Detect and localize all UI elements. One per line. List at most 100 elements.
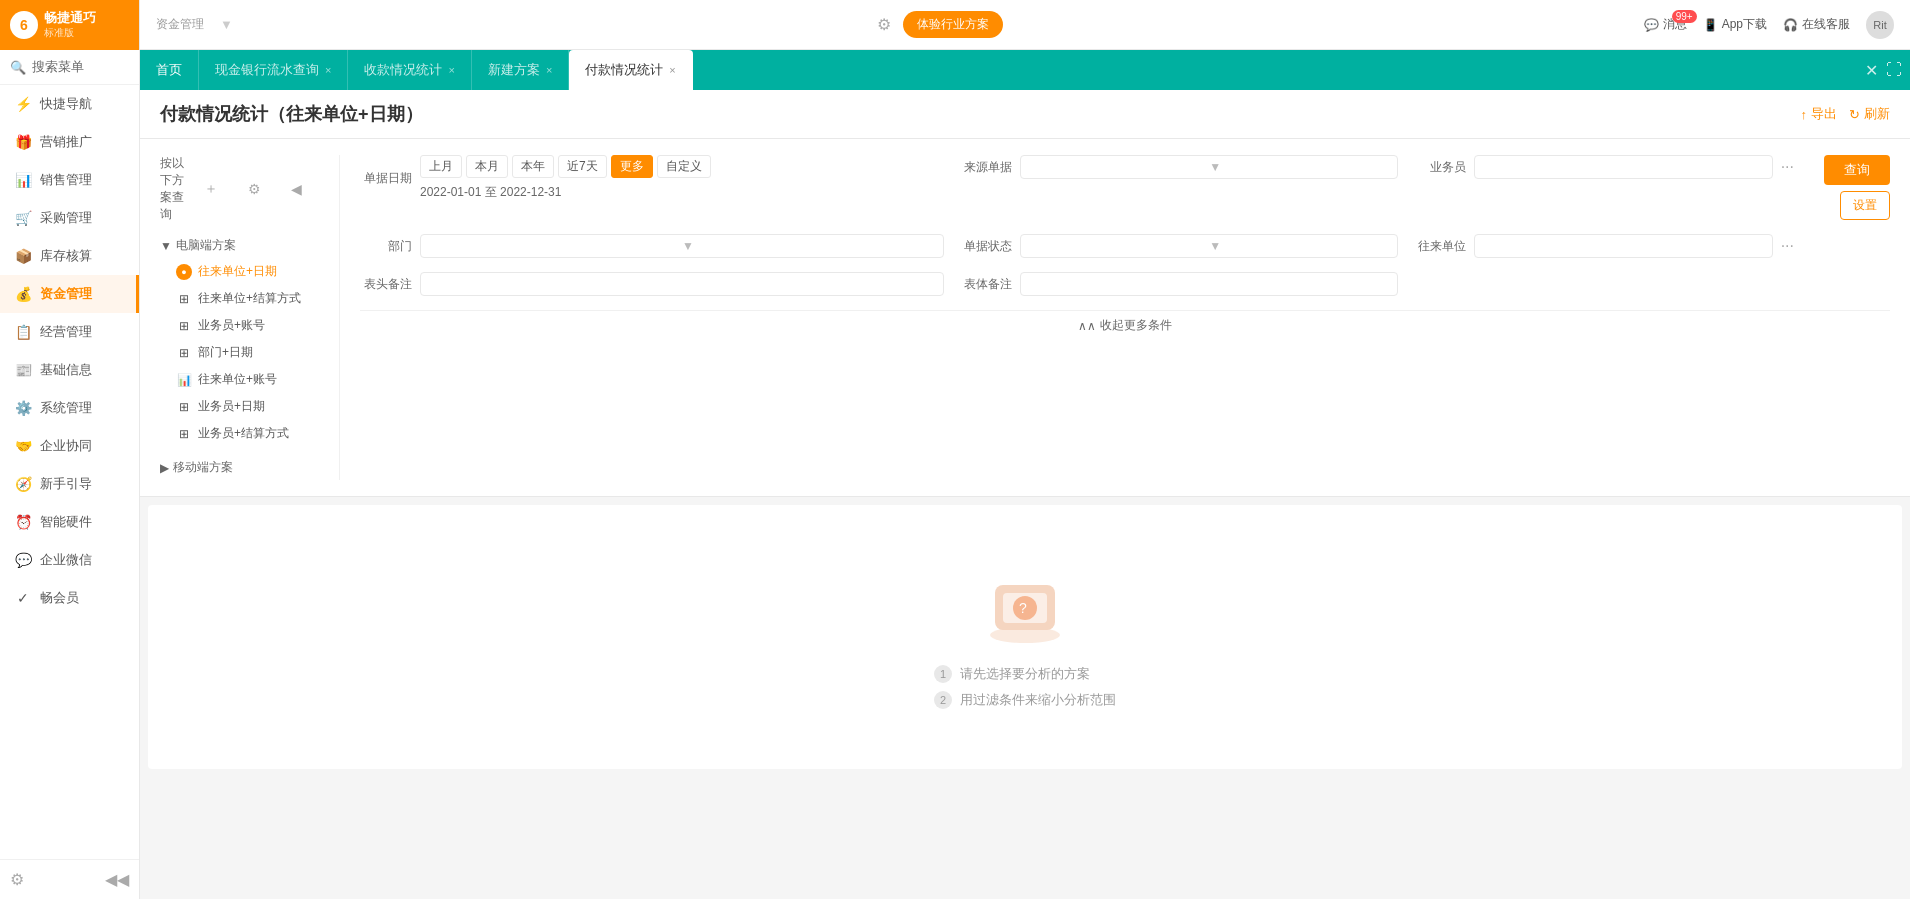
sidebar-item-fund[interactable]: 💰 资金管理 [0,275,139,313]
scheme-unit-settle[interactable]: ⊞ 往来单位+结算方式 [168,285,327,312]
settings-button[interactable]: 设置 [1840,191,1890,220]
basic-icon: 📰 [14,361,32,379]
tab-payment[interactable]: 付款情况统计 × [569,50,692,90]
date-this-month[interactable]: 本月 [466,155,508,178]
header-note-label: 表头备注 [360,276,412,293]
filter-scheme-sidebar: 按以下方案查询 ＋ ⚙ ◀ ▼ 电脑端方案 ● 往来单位+日期 [160,155,340,480]
header-note-input[interactable] [420,272,944,296]
tab-new-scheme[interactable]: 新建方案 × [472,50,569,90]
scheme-table-icon: ⊞ [176,291,192,307]
status-select[interactable]: ▼ [1020,234,1398,258]
staff-field: 业务员 ··· [1414,155,1794,179]
sidebar-nav: ⚡ 快捷导航 🎁 营销推广 📊 销售管理 🛒 采购管理 📦 库存核算 💰 资金管… [0,85,139,859]
scheme-header: 按以下方案查询 ＋ ⚙ ◀ [160,155,327,223]
staff-input[interactable] [1474,155,1772,179]
tab-bank-close[interactable]: × [325,64,331,76]
message-icon: 💬 [1644,18,1659,32]
scheme-unit-date[interactable]: ● 往来单位+日期 [168,258,327,285]
dept-label: 部门 [360,238,412,255]
tab-bank[interactable]: 现金银行流水查询 × [199,50,348,90]
scheme-staff-date[interactable]: ⊞ 业务员+日期 [168,393,327,420]
app-download-button[interactable]: 📱 App下载 [1703,16,1767,33]
main-area: 资金管理 ▼ ⚙ 体验行业方案 💬 消息 99+ 📱 App下载 🎧 在线客服 … [140,0,1910,899]
filter-row-3: 表头备注 表体备注 [360,272,1890,296]
avatar[interactable]: Rit [1866,11,1894,39]
collapse-sidebar-icon[interactable]: ◀◀ [105,870,129,889]
scheme-unit-account[interactable]: 📊 往来单位+账号 [168,366,327,393]
sidebar-item-hardware[interactable]: ⏰ 智能硬件 [0,503,139,541]
tab-receipt-close[interactable]: × [448,64,454,76]
sidebar-item-basic[interactable]: 📰 基础信息 [0,351,139,389]
sidebar-item-member[interactable]: ✓ 畅会员 [0,579,139,617]
query-button[interactable]: 查询 [1824,155,1890,185]
body-note-input[interactable] [1020,272,1398,296]
source-control: ▼ [1020,155,1398,179]
status-label: 单据状态 [960,238,1012,255]
source-select[interactable]: ▼ [1020,155,1398,179]
sidebar-item-quick-nav[interactable]: ⚡ 快捷导航 [0,85,139,123]
dept-select[interactable]: ▼ [420,234,944,258]
quick-nav-icon: ⚡ [14,95,32,113]
status-field: 单据状态 ▼ [960,234,1398,258]
staff-control: ··· [1474,155,1794,179]
sidebar-item-marketing[interactable]: 🎁 营销推广 [0,123,139,161]
collapse-more-button[interactable]: ∧∧ 收起更多条件 [360,310,1890,340]
refresh-button[interactable]: ↻ 刷新 [1849,105,1890,123]
filter-panel: 按以下方案查询 ＋ ⚙ ◀ ▼ 电脑端方案 ● 往来单位+日期 [140,139,1910,497]
unit-input[interactable] [1474,234,1772,258]
tab-new-scheme-close[interactable]: × [546,64,552,76]
empty-illustration: ? [975,565,1075,645]
date-last-month[interactable]: 上月 [420,155,462,178]
sidebar-search[interactable]: 🔍 搜索菜单 [0,50,139,85]
scheme-chart-icon: 📊 [176,372,192,388]
filter-row-1: 单据日期 上月 本月 本年 近7天 更多 自定义 2022-01-01 至 20… [360,155,1890,220]
tab-home[interactable]: 首页 [140,50,199,90]
tab-receipt[interactable]: 收款情况统计 × [348,50,471,90]
empty-tip-2: 2 用过滤条件来缩小分析范围 [934,691,1116,709]
date-more[interactable]: 更多 [611,155,653,178]
settings-footer-icon[interactable]: ⚙ [10,870,24,889]
date-this-year[interactable]: 本年 [512,155,554,178]
scheme-dept-date[interactable]: ⊞ 部门+日期 [168,339,327,366]
status-arrow: ▼ [1209,239,1389,253]
date-7days[interactable]: 近7天 [558,155,607,178]
unit-dots-icon[interactable]: ··· [1781,237,1794,255]
dept-field: 部门 ▼ [360,234,944,258]
desktop-scheme-title[interactable]: ▼ 电脑端方案 [160,233,327,258]
sidebar-item-wechat[interactable]: 💬 企业微信 [0,541,139,579]
online-service-button[interactable]: 🎧 在线客服 [1783,16,1850,33]
sidebar-item-guide[interactable]: 🧭 新手引导 [0,465,139,503]
sidebar-item-operation[interactable]: 📋 经营管理 [0,313,139,351]
maximize-icon[interactable]: ⛶ [1886,61,1902,79]
export-button[interactable]: ↑ 导出 [1801,105,1838,123]
gear-icon[interactable]: ⚙ [877,15,891,34]
trial-button[interactable]: 体验行业方案 [903,11,1003,38]
add-scheme-icon[interactable]: ＋ [204,180,240,198]
body-note-field: 表体备注 [960,272,1398,296]
sidebar-item-purchase[interactable]: 🛒 采购管理 [0,199,139,237]
tab-payment-close[interactable]: × [669,64,675,76]
scheme-table-icon-2: ⊞ [176,318,192,334]
sidebar-item-enterprise[interactable]: 🤝 企业协同 [0,427,139,465]
staff-dots-icon[interactable]: ··· [1781,158,1794,176]
sidebar-item-sales[interactable]: 📊 销售管理 [0,161,139,199]
scheme-settings-icon[interactable]: ⚙ [248,181,284,197]
scheme-staff-settle[interactable]: ⊞ 业务员+结算方式 [168,420,327,447]
mobile-section-arrow: ▶ [160,461,169,475]
purchase-icon: 🛒 [14,209,32,227]
wechat-icon: 💬 [14,551,32,569]
service-icon: 🎧 [1783,18,1798,32]
sidebar-item-inventory[interactable]: 📦 库存核算 [0,237,139,275]
collapse-scheme-icon[interactable]: ◀ [291,181,327,197]
sidebar-item-system[interactable]: ⚙️ 系统管理 [0,389,139,427]
topbar: 资金管理 ▼ ⚙ 体验行业方案 💬 消息 99+ 📱 App下载 🎧 在线客服 … [140,0,1910,50]
scheme-staff-account[interactable]: ⊞ 业务员+账号 [168,312,327,339]
date-custom[interactable]: 自定义 [657,155,711,178]
close-window-icon[interactable]: ✕ [1865,61,1878,80]
mobile-scheme-title[interactable]: ▶ 移动端方案 [160,455,327,480]
unit-field: 往来单位 ··· [1414,234,1794,258]
empty-state: ? 1 请先选择要分析的方案 2 用过滤条件来缩小分析范围 [148,505,1902,769]
source-field: 来源单据 ▼ [960,155,1398,179]
message-button[interactable]: 💬 消息 99+ [1644,16,1687,33]
search-icon: 🔍 [10,60,26,75]
